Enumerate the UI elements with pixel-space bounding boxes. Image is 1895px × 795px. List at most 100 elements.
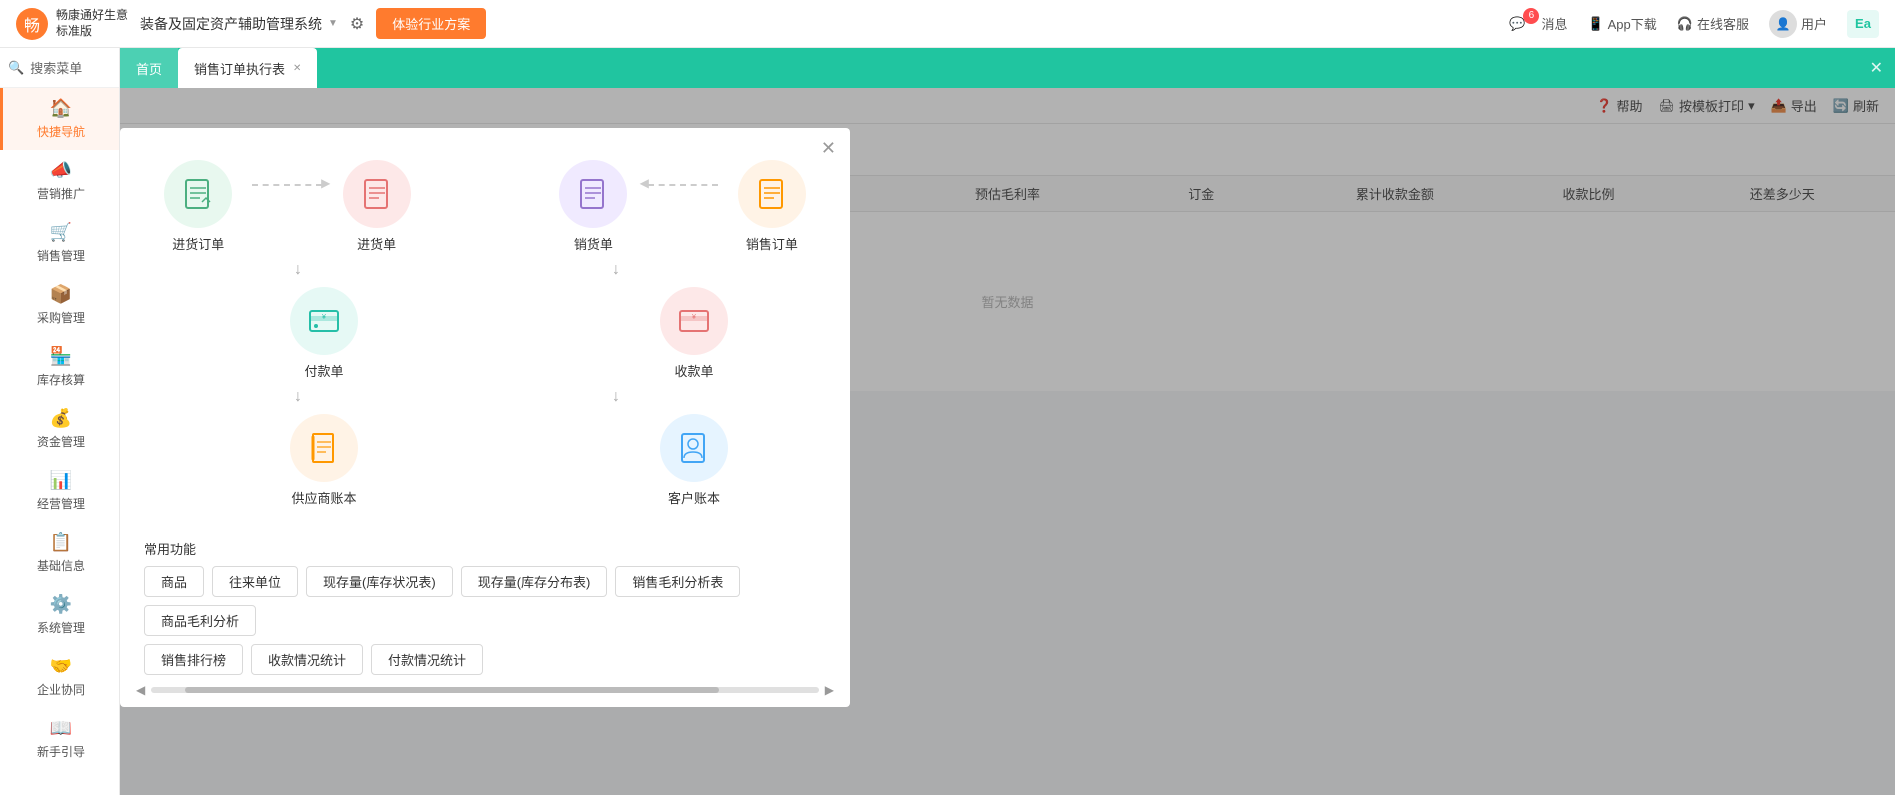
receipt-label: 收款单 [674, 361, 713, 380]
logo-icon: 畅 [16, 8, 48, 40]
flow-item-sales-bill[interactable]: 销货单 [539, 160, 647, 253]
flow-item-purchase-bill[interactable]: 进货单 [322, 160, 430, 253]
tab-home[interactable]: 首页 [120, 48, 178, 88]
scroll-left-icon[interactable]: ◀ [136, 683, 145, 697]
purchase-icon: 📦 [50, 284, 72, 305]
sidebar-item-guide[interactable]: 📖 新手引导 [0, 708, 119, 770]
tab-sales-order-exec[interactable]: 销售订单执行表 ✕ [178, 48, 317, 88]
online-service-action[interactable]: 🎧 在线客服 [1677, 14, 1749, 33]
down-arrow-payment: ↓ [264, 388, 332, 406]
headset-icon: 🎧 [1677, 16, 1693, 32]
func-buttons-row1: 商品 往来单位 现存量(库存状况表) 现存量(库存分布表) 销售毛利分析表 商品… [144, 566, 826, 636]
payment-circle: ¥ [290, 287, 358, 355]
supplier-ledger-label: 供应商账本 [291, 488, 356, 507]
modal-scrollbar: ◀ ▶ [120, 683, 850, 697]
flow-diagram: 进货订单 进货单 [144, 152, 826, 531]
down-arrow-sales: ↓ [582, 261, 650, 279]
tabs-bar: 首页 销售订单执行表 ✕ ✕ [120, 48, 1895, 88]
inventory-icon: 🏪 [50, 346, 72, 367]
system-title: 装备及固定资产辅助管理系统 ▼ [140, 14, 338, 34]
func-btn-goods[interactable]: 商品 [144, 566, 204, 597]
settings-icon[interactable]: ⚙ [350, 14, 364, 34]
system-dropdown-icon[interactable]: ▼ [328, 18, 338, 29]
flow-item-customer-ledger[interactable]: 客户账本 [634, 414, 754, 507]
flow-row-1: 进货订单 进货单 [144, 152, 826, 261]
scroll-right-icon[interactable]: ▶ [825, 683, 834, 697]
down-arrow-receipt: ↓ [582, 388, 650, 406]
sales-bill-circle [559, 160, 627, 228]
guide-icon: 📖 [50, 718, 72, 739]
sidebar-item-sales[interactable]: 🛒 销售管理 [0, 212, 119, 274]
sales-icon: 🛒 [50, 222, 72, 243]
app-download-action[interactable]: 📱 App下载 [1587, 14, 1656, 33]
trial-btn[interactable]: 体验行业方案 [376, 8, 486, 39]
flow-item-receipt[interactable]: ¥ 收款单 [634, 287, 754, 380]
flow-row-arrows2: ↓ ↓ [264, 388, 826, 406]
header-left: 畅 畅康通好生意 标准版 装备及固定资产辅助管理系统 ▼ ⚙ 体验行业方案 [16, 8, 486, 40]
message-action[interactable]: 💬 6 消息 [1509, 14, 1567, 33]
sidebar-item-finance[interactable]: 💰 资金管理 [0, 398, 119, 460]
func-btn-goods-profit[interactable]: 商品毛利分析 [144, 605, 256, 636]
sidebar-item-operations[interactable]: 📊 经营管理 [0, 460, 119, 522]
func-btn-sales-rank[interactable]: 销售排行榜 [144, 644, 243, 675]
common-functions-title: 常用功能 [144, 539, 826, 558]
sidebar-item-enterprise[interactable]: 🤝 企业协同 [0, 646, 119, 708]
content-area: 首页 销售订单执行表 ✕ ✕ ❓ 帮助 🖨 按模板打印 ▾ [120, 48, 1895, 795]
sidebar-search[interactable]: 🔍 搜索菜单 [0, 48, 119, 88]
sales-tab-label: 销售订单执行表 [194, 59, 285, 78]
sidebar-item-basic[interactable]: 📋 基础信息 [0, 522, 119, 584]
modal: ✕ 进货订单 [120, 128, 850, 707]
flow-item-supplier-ledger[interactable]: 供应商账本 [264, 414, 384, 507]
search-icon: 🔍 [8, 60, 24, 76]
flow-row-3: 供应商账本 客户账本 [264, 406, 826, 515]
operations-icon: 📊 [50, 470, 72, 491]
sidebar-item-marketing[interactable]: 📣 营销推广 [0, 150, 119, 212]
sidebar-item-system[interactable]: ⚙️ 系统管理 [0, 584, 119, 646]
customer-ledger-label: 客户账本 [668, 488, 720, 507]
purchase-order-circle [164, 160, 232, 228]
sales-bill-label: 销货单 [574, 234, 613, 253]
down-arrow-purchase: ↓ [264, 261, 332, 279]
flow-item-purchase-order[interactable]: 进货订单 [144, 160, 252, 253]
common-functions: 常用功能 商品 往来单位 现存量(库存状况表) 现存量(库存分布表) 销售毛利分… [144, 539, 826, 675]
home-tab-label: 首页 [136, 59, 162, 78]
flow-item-payment[interactable]: ¥ 付款单 [264, 287, 384, 380]
user-action[interactable]: 👤 用户 [1769, 10, 1827, 38]
purchase-bill-circle [343, 160, 411, 228]
func-btn-sales-profit[interactable]: 销售毛利分析表 [615, 566, 740, 597]
func-btn-payment-stats[interactable]: 付款情况统计 [371, 644, 483, 675]
flow-row-2: ¥ 付款单 ¥ 收款单 [264, 279, 826, 388]
func-btn-receipt-stats[interactable]: 收款情况统计 [251, 644, 363, 675]
main-layout: 🔍 搜索菜单 🏠 快捷导航 📣 营销推广 🛒 销售管理 📦 采购管理 🏪 库存核… [0, 48, 1895, 795]
func-btn-stock-dist[interactable]: 现存量(库存分布表) [461, 566, 608, 597]
func-btn-stock-status[interactable]: 现存量(库存状况表) [306, 566, 453, 597]
sales-order-circle [738, 160, 806, 228]
sidebar-item-purchase[interactable]: 📦 采购管理 [0, 274, 119, 336]
sidebar-item-inventory[interactable]: 🏪 库存核算 [0, 336, 119, 398]
logo-area: 畅 畅康通好生意 标准版 [16, 8, 128, 40]
sales-order-label: 销售订单 [746, 234, 798, 253]
tab-close-icon[interactable]: ✕ [293, 63, 301, 74]
avatar: 👤 [1769, 10, 1797, 38]
close-all-tabs[interactable]: ✕ [1858, 58, 1895, 78]
header-right: 💬 6 消息 📱 App下载 🎧 在线客服 👤 用户 Ea [1509, 10, 1879, 38]
purchase-order-label: 进货订单 [172, 234, 224, 253]
sidebar: 🔍 搜索菜单 🏠 快捷导航 📣 营销推广 🛒 销售管理 📦 采购管理 🏪 库存核… [0, 48, 120, 795]
basic-icon: 📋 [50, 532, 72, 553]
func-btn-partner[interactable]: 往来单位 [212, 566, 298, 597]
flow-item-sales-order[interactable]: 销售订单 [718, 160, 826, 253]
svg-text:¥: ¥ [322, 314, 326, 321]
sidebar-item-quick-nav[interactable]: 🏠 快捷导航 [0, 88, 119, 150]
scroll-track[interactable] [151, 687, 819, 693]
customer-ledger-circle [660, 414, 728, 482]
top-header: 畅 畅康通好生意 标准版 装备及固定资产辅助管理系统 ▼ ⚙ 体验行业方案 💬 … [0, 0, 1895, 48]
finance-icon: 💰 [50, 408, 72, 429]
svg-text:¥: ¥ [692, 314, 696, 321]
logo-text: 畅康通好生意 标准版 [56, 8, 128, 39]
scroll-thumb [185, 687, 719, 693]
receipt-circle: ¥ [660, 287, 728, 355]
modal-close-icon[interactable]: ✕ [821, 138, 836, 159]
payment-label: 付款单 [304, 361, 343, 380]
arrow-h-2 [648, 184, 718, 230]
arrow-h-1 [252, 184, 322, 230]
